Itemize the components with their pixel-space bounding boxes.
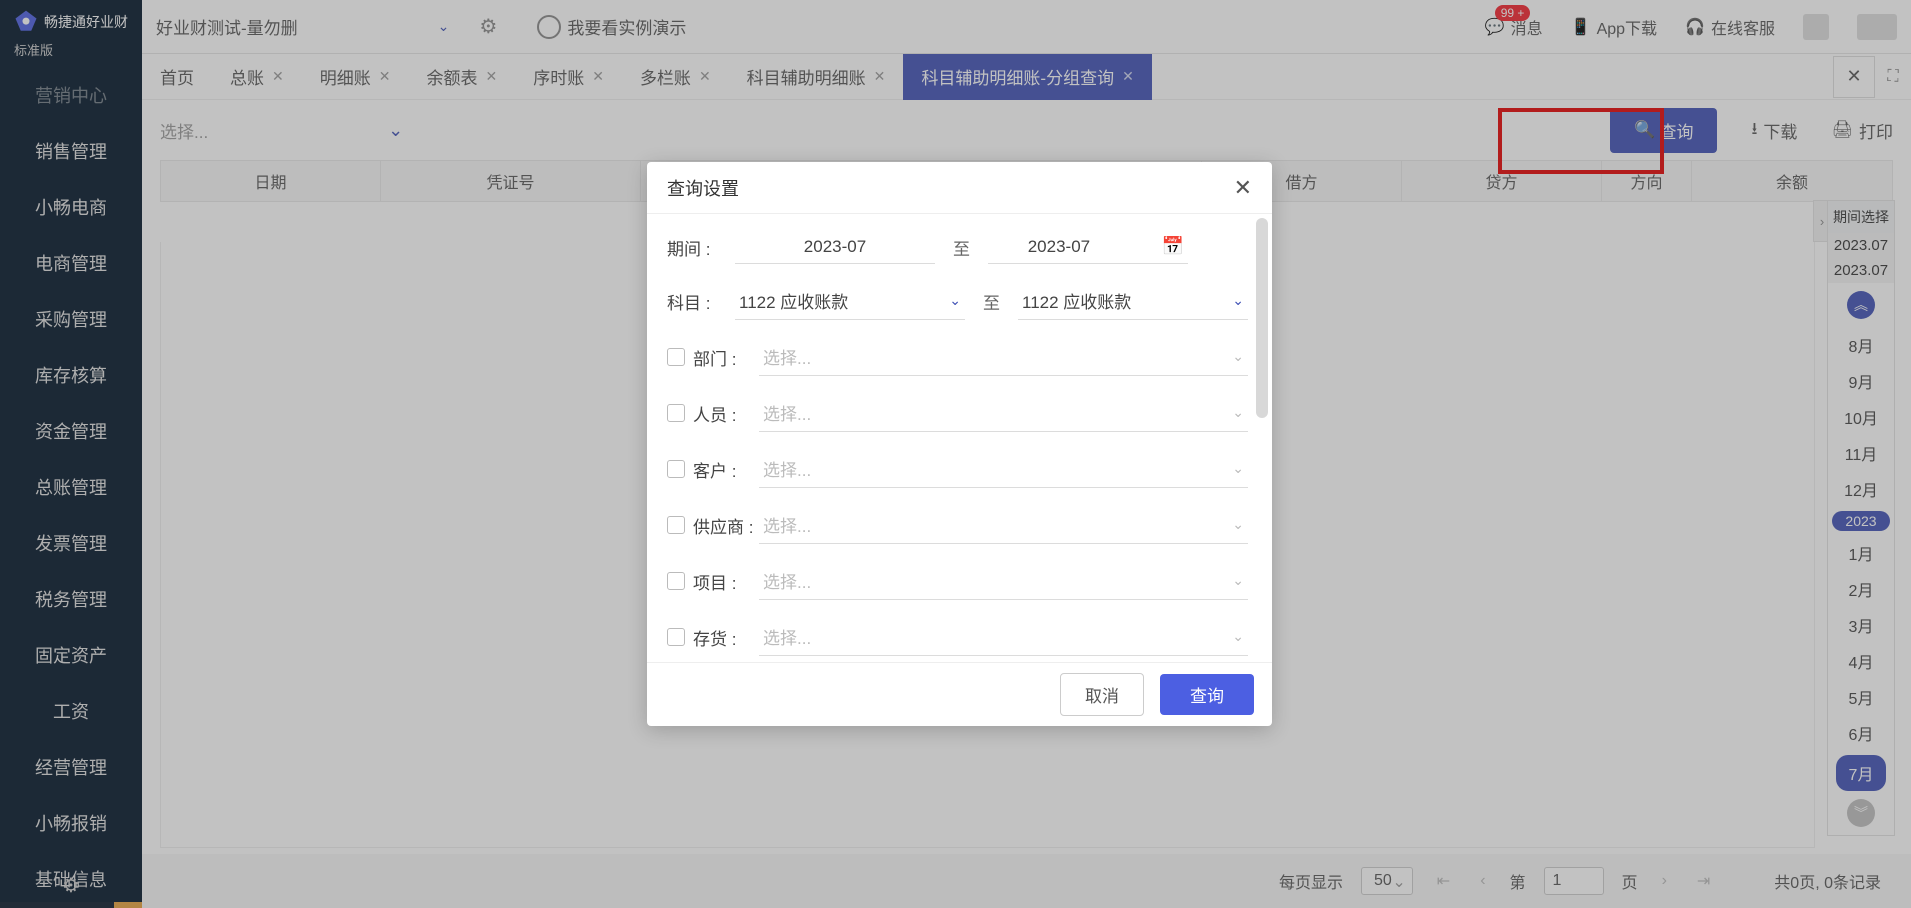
chevron-down-icon: ⌄ bbox=[1232, 292, 1244, 309]
filter-select[interactable]: 选择...⌄ bbox=[759, 450, 1248, 488]
filter-label: 部门 : bbox=[693, 345, 736, 370]
calendar-icon[interactable]: 📅 bbox=[1162, 236, 1184, 257]
filter-select[interactable]: 选择...⌄ bbox=[759, 506, 1248, 544]
close-icon[interactable]: ✕ bbox=[1234, 175, 1252, 201]
chevron-down-icon: ⌄ bbox=[1232, 516, 1244, 533]
chevron-down-icon: ⌄ bbox=[1232, 460, 1244, 477]
checkbox[interactable] bbox=[667, 628, 685, 646]
checkbox[interactable] bbox=[667, 460, 685, 478]
subject-from-select[interactable]: 1122 应收账款 ⌄ bbox=[735, 282, 965, 320]
cancel-button[interactable]: 取消 bbox=[1060, 673, 1144, 716]
chevron-down-icon: ⌄ bbox=[1232, 572, 1244, 589]
period-label: 期间 : bbox=[667, 235, 735, 260]
modal-title: 查询设置 bbox=[667, 175, 739, 201]
chevron-down-icon: ⌄ bbox=[1232, 404, 1244, 421]
filter-select[interactable]: 选择...⌄ bbox=[759, 394, 1248, 432]
filter-label: 供应商 : bbox=[693, 513, 753, 538]
filter-select[interactable]: 选择...⌄ bbox=[759, 562, 1248, 600]
period-to-input[interactable]: 2023-07 📅 bbox=[988, 230, 1188, 264]
filter-label: 存货 : bbox=[693, 625, 736, 650]
filter-select[interactable]: 选择...⌄ bbox=[759, 618, 1248, 656]
chevron-down-icon: ⌄ bbox=[949, 292, 961, 309]
filter-label: 客户 : bbox=[693, 457, 736, 482]
filter-label: 项目 : bbox=[693, 569, 736, 594]
checkbox[interactable] bbox=[667, 348, 685, 366]
filter-label: 人员 : bbox=[693, 401, 736, 426]
checkbox[interactable] bbox=[667, 572, 685, 590]
confirm-query-button[interactable]: 查询 bbox=[1160, 674, 1254, 715]
filter-select[interactable]: 选择...⌄ bbox=[759, 338, 1248, 376]
subject-label: 科目 : bbox=[667, 289, 735, 314]
checkbox[interactable] bbox=[667, 404, 685, 422]
chevron-down-icon: ⌄ bbox=[1232, 628, 1244, 645]
period-from-input[interactable]: 2023-07 bbox=[735, 231, 935, 264]
subject-to-select[interactable]: 1122 应收账款 ⌄ bbox=[1018, 282, 1248, 320]
query-settings-modal: 查询设置 ✕ 期间 : 2023-07 至 2023-07 📅 科目 : 112… bbox=[647, 162, 1272, 726]
checkbox[interactable] bbox=[667, 516, 685, 534]
chevron-down-icon: ⌄ bbox=[1232, 348, 1244, 365]
modal-scrollbar[interactable] bbox=[1256, 218, 1270, 658]
